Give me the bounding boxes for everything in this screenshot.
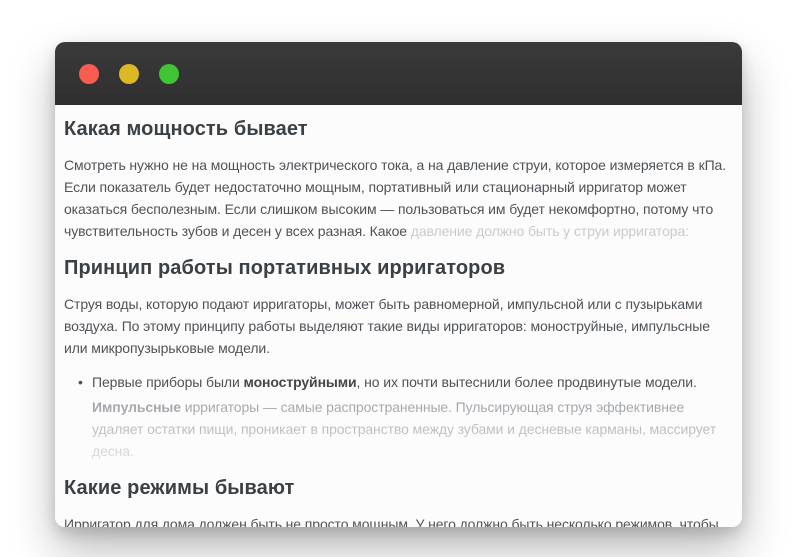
list-item-pulse: Импульсные ирригаторы — самые распростра… [77, 396, 732, 462]
browser-window: Какая мощность бывает Смотреть нужно не … [55, 42, 742, 527]
list-item-text: Первые приборы были [92, 374, 244, 390]
list-item-monojet: Первые приборы были моноструйными, но их… [77, 371, 732, 393]
maximize-button[interactable] [159, 63, 179, 84]
paragraph-modes: Ирригатор для дома должен быть не просто… [64, 513, 732, 527]
irrigator-types-list: Первые приборы были моноструйными, но их… [64, 371, 732, 462]
list-item-bold: Импульсные [92, 399, 181, 415]
paragraph-power: Смотреть нужно не на мощность электричес… [64, 154, 732, 242]
paragraph-principle: Струя воды, которую подают ирригаторы, м… [64, 296, 710, 356]
window-titlebar[interactable] [55, 42, 742, 105]
section-heading-power: Какая мощность бывает [64, 118, 308, 140]
paragraph-power-faded: давление должно быть у струи ирригатора: [410, 223, 689, 239]
article-content: Какая мощность бывает Смотреть нужно не … [55, 105, 742, 527]
list-item-bold: моноструйными [243, 374, 357, 390]
list-item-text: , но их почти вытеснили более продвинуты… [356, 374, 697, 390]
paragraph-modes-main: Ирригатор для дома должен быть не просто… [64, 516, 719, 527]
section-heading-principle: Принцип работы портативных ирригаторов [64, 257, 506, 279]
close-button[interactable] [79, 63, 99, 84]
page-background: Какая мощность бывает Смотреть нужно не … [0, 0, 793, 557]
section-heading-modes: Какие режимы бывают [64, 477, 295, 499]
minimize-button[interactable] [119, 63, 139, 84]
list-item-text: ирригаторы — самые распространенные. Пул… [92, 399, 717, 459]
